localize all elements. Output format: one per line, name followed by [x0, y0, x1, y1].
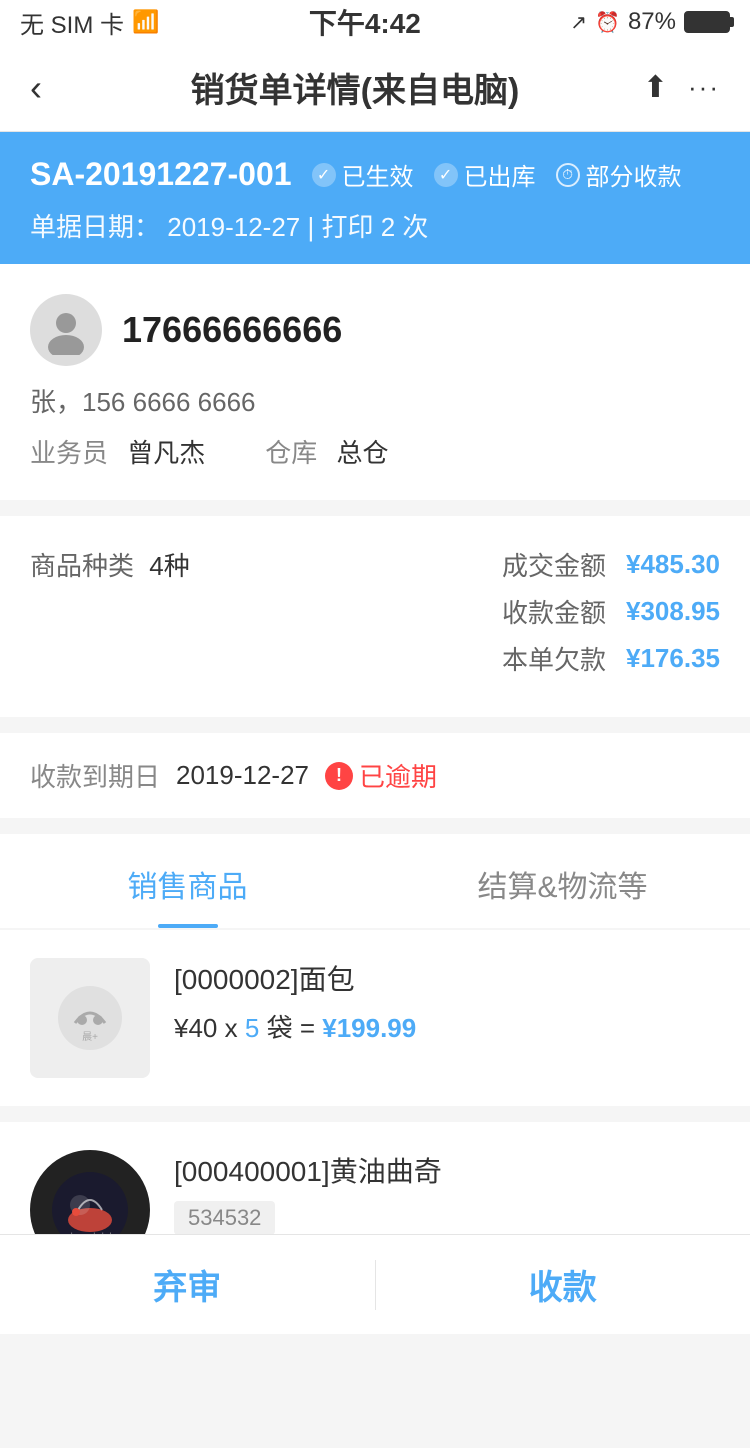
product-list: 晨+ [0000002]面包 ¥40 x 5 袋 = ¥199.99	[0, 930, 750, 1448]
check-icon-2: ✓	[434, 163, 458, 187]
product-unit-price-1: ¥40	[174, 1013, 217, 1043]
tab-settlement[interactable]: 结算&物流等	[375, 834, 750, 928]
order-print-count: 2	[381, 212, 395, 242]
customer-details: 业务员 曾凡杰 仓库 总仓	[30, 433, 720, 470]
location-icon: ↗	[570, 10, 587, 35]
bottom-spacer	[0, 1328, 750, 1448]
warehouse-info: 仓库 总仓	[265, 433, 388, 470]
bottom-bar: 弃审 收款	[0, 1234, 750, 1334]
check-icon-1: ✓	[312, 163, 336, 187]
wifi-icon: 📶	[132, 9, 159, 35]
sales-info: 业务员 曾凡杰	[30, 433, 205, 470]
received-amount-label: 收款金额	[502, 593, 606, 630]
due-date-label: 收款到期日	[30, 757, 160, 794]
collect-payment-button[interactable]: 收款	[376, 1240, 750, 1329]
more-icon[interactable]: ···	[688, 72, 720, 103]
nav-actions: ⬆ ···	[620, 70, 720, 105]
debt-amount-label: 本单欠款	[502, 640, 606, 677]
summary-row: 商品种类 4种 成交金额 ¥485.30 收款金额 ¥308.95 本单欠款 ¥…	[30, 546, 720, 687]
amount-info: 成交金额 ¥485.30 收款金额 ¥308.95 本单欠款 ¥176.35	[502, 546, 720, 687]
product-info-1: [0000002]面包 ¥40 x 5 袋 = ¥199.99	[174, 958, 720, 1045]
received-amount-value: ¥308.95	[626, 596, 720, 627]
product-type-info: 商品种类 4种	[30, 546, 190, 583]
product-total-1: ¥199.99	[322, 1013, 416, 1043]
order-header-top: SA-20191227-001 ✓ 已生效 ✓ 已出库 ⏱ 部分收款	[30, 156, 720, 193]
tab-sales-products[interactable]: 销售商品	[0, 834, 375, 928]
product-sku-2: 534532	[174, 1201, 275, 1235]
overdue-badge: ! 已逾期	[325, 757, 437, 794]
order-print-suffix: 次	[402, 212, 428, 242]
product-type-label: 商品种类	[30, 551, 134, 581]
product-thumb-1: 晨+	[30, 958, 150, 1078]
order-print-label: | 打印	[307, 212, 373, 242]
debt-amount-row: 本单欠款 ¥176.35	[502, 640, 720, 677]
product-unit-1: 袋	[267, 1013, 293, 1043]
deal-amount-value: ¥485.30	[626, 549, 720, 580]
status-left: 无 SIM 卡 📶	[20, 5, 159, 40]
overdue-icon: !	[325, 762, 353, 790]
sales-label: 业务员	[30, 438, 108, 468]
sales-name: 曾凡杰	[127, 438, 205, 468]
order-header: SA-20191227-001 ✓ 已生效 ✓ 已出库 ⏱ 部分收款 单据日期：…	[0, 132, 750, 264]
received-amount-row: 收款金额 ¥308.95	[502, 593, 720, 630]
warehouse-name: 总仓	[337, 438, 389, 468]
customer-top: 17666666666	[30, 294, 720, 366]
product-type-count: 4种	[149, 551, 189, 581]
back-button[interactable]: ‹	[30, 67, 90, 109]
product-price-1: ¥40 x 5 袋 = ¥199.99	[174, 1008, 720, 1045]
battery-icon	[684, 11, 730, 33]
order-date-label: 单据日期：	[30, 212, 160, 242]
customer-phone: 17666666666	[122, 309, 342, 351]
warehouse-label: 仓库	[265, 438, 317, 468]
share-icon[interactable]: ⬆	[643, 70, 668, 105]
carrier-label: 无 SIM 卡	[20, 5, 124, 40]
cancel-audit-button[interactable]: 弃审	[0, 1240, 375, 1329]
debt-amount-value: ¥176.35	[626, 643, 720, 674]
badge-effective: ✓ 已生效	[312, 157, 414, 192]
order-number: SA-20191227-001	[30, 156, 292, 193]
badge-shipped: ✓ 已出库	[434, 157, 536, 192]
summary-section: 商品种类 4种 成交金额 ¥485.30 收款金额 ¥308.95 本单欠款 ¥…	[0, 516, 750, 717]
overdue-text: 已逾期	[359, 757, 437, 794]
deal-amount-row: 成交金额 ¥485.30	[502, 546, 720, 583]
customer-avatar	[30, 294, 102, 366]
alarm-icon: ⏰	[595, 10, 620, 35]
product-name-2: [000400001]黄油曲奇	[174, 1150, 720, 1190]
due-date-section: 收款到期日 2019-12-27 ! 已逾期	[0, 733, 750, 818]
nav-bar: ‹ 销货单详情(来自电脑) ⬆ ···	[0, 44, 750, 132]
order-date-value: 2019-12-27	[167, 212, 300, 242]
deal-amount-label: 成交金额	[502, 546, 606, 583]
product-name-1: [0000002]面包	[174, 958, 720, 998]
status-bar: 无 SIM 卡 📶 下午4:42 ↗ ⏰ 87%	[0, 0, 750, 44]
product-item-1: 晨+ [0000002]面包 ¥40 x 5 袋 = ¥199.99	[0, 930, 750, 1106]
due-date-value: 2019-12-27	[176, 760, 309, 791]
battery-percent: 87%	[628, 8, 676, 36]
badge-partial-payment: ⏱ 部分收款	[556, 157, 682, 192]
order-date-line: 单据日期： 2019-12-27 | 打印 2 次	[30, 207, 720, 244]
product-qty-1: 5	[245, 1013, 259, 1043]
customer-contact: 张，156 6666 6666	[30, 382, 720, 419]
clock-icon: ⏱	[556, 163, 580, 187]
customer-section: 17666666666 张，156 6666 6666 业务员 曾凡杰 仓库 总…	[0, 264, 750, 500]
status-right: ↗ ⏰ 87%	[570, 8, 730, 36]
tab-bar: 销售商品 结算&物流等	[0, 834, 750, 928]
status-time: 下午4:42	[309, 2, 421, 42]
page-title: 销货单详情(来自电脑)	[90, 63, 620, 112]
svg-text:晨+: 晨+	[82, 1031, 98, 1043]
